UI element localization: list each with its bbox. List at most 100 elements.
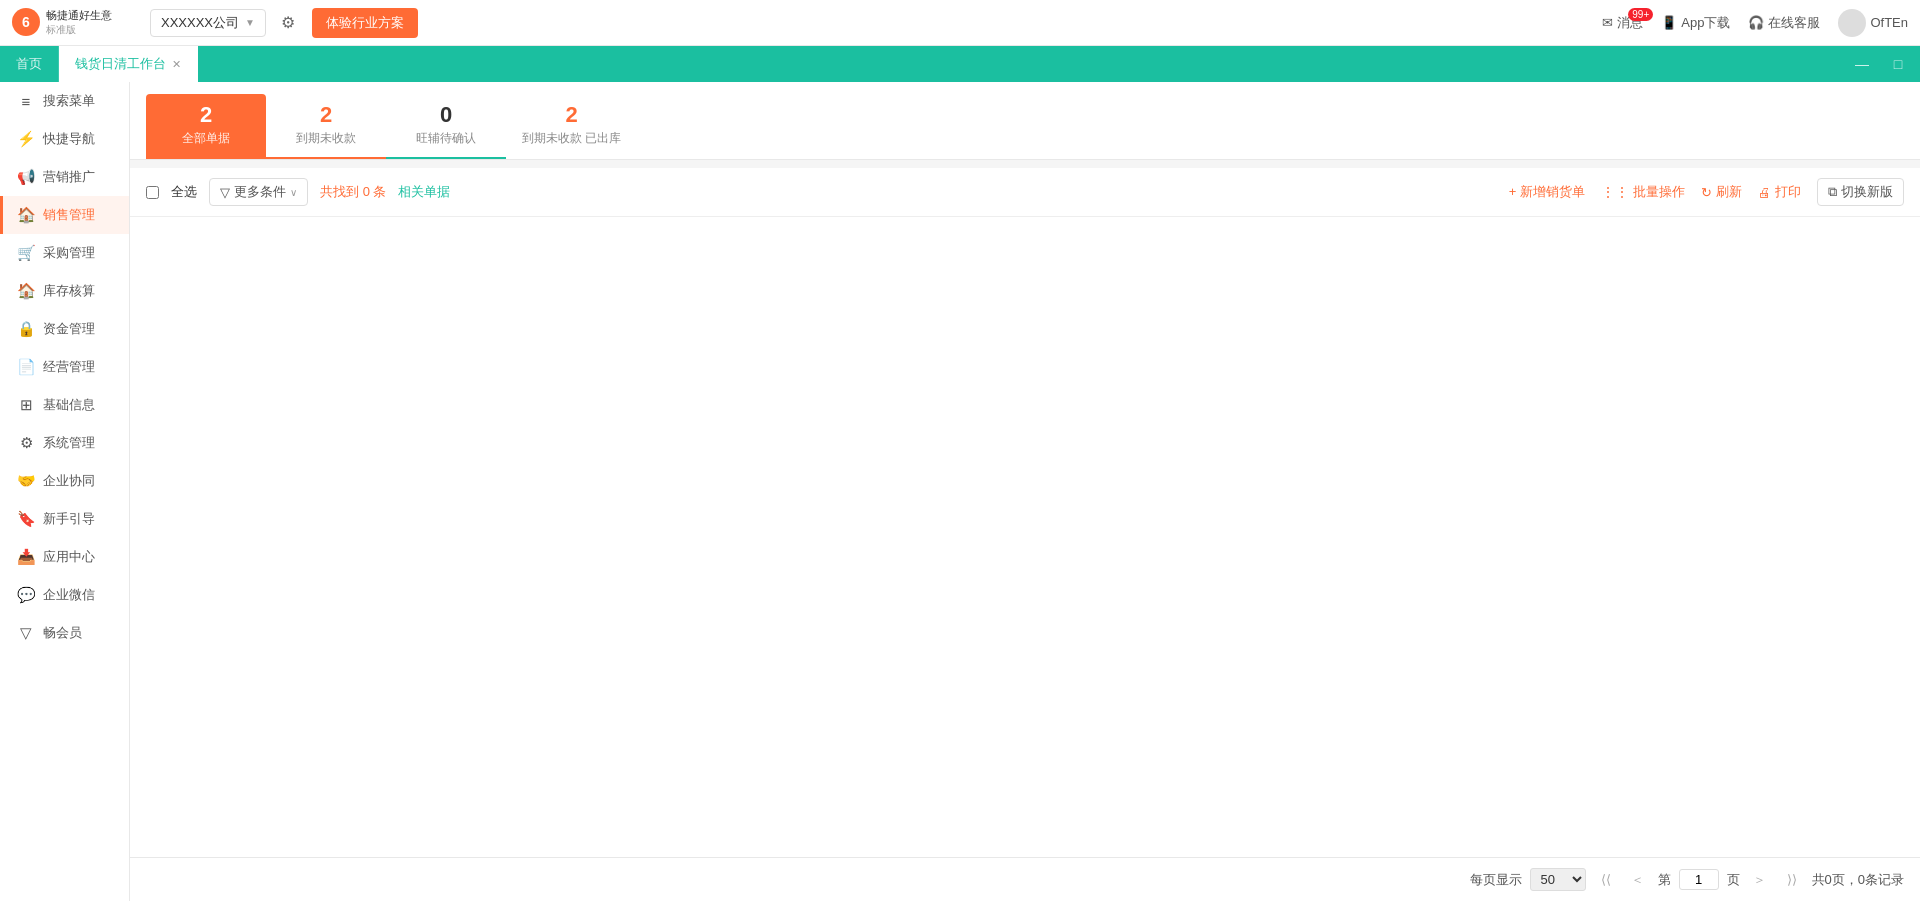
app-center-icon: 📥 xyxy=(17,548,35,566)
tab-home[interactable]: 首页 xyxy=(0,46,59,82)
per-page-select[interactable]: 50 100 200 xyxy=(1530,868,1586,891)
stats-label-overdue-shipped: 到期未收款 已出库 xyxy=(522,130,621,147)
sidebar-item-inventory-label: 库存核算 xyxy=(43,282,95,300)
batch-operation-button[interactable]: ⋮⋮ 批量操作 xyxy=(1601,183,1685,201)
related-docs-link[interactable]: 相关单据 xyxy=(398,183,450,201)
content-area: 2 全部单据 2 到期未收款 0 旺辅待确认 2 到期未收款 已出库 全选 xyxy=(130,82,1920,901)
sidebar-item-inventory[interactable]: 🏠 库存核算 xyxy=(0,272,129,310)
window-maximize-button[interactable]: □ xyxy=(1884,50,1912,78)
capital-mgmt-icon: 🔒 xyxy=(17,320,35,338)
sidebar-item-member[interactable]: ▽ 畅会员 xyxy=(0,614,129,652)
settings-button[interactable]: ⚙ xyxy=(272,7,304,39)
sidebar-item-enterprise-wechat-label: 企业微信 xyxy=(43,586,95,604)
sidebar-item-app-center[interactable]: 📥 应用中心 xyxy=(0,538,129,576)
company-name: XXXXXX公司 xyxy=(161,14,239,32)
online-service-label: 在线客服 xyxy=(1768,14,1820,32)
app-download-button[interactable]: 📱 App下载 xyxy=(1661,14,1730,32)
sidebar-item-enterprise-coop[interactable]: 🤝 企业协同 xyxy=(0,462,129,500)
sidebar-item-marketing[interactable]: 📢 营销推广 xyxy=(0,158,129,196)
refresh-icon: ↻ xyxy=(1701,185,1712,200)
page-number-input[interactable] xyxy=(1679,869,1719,890)
switch-version-button[interactable]: ⧉ 切换新版 xyxy=(1817,178,1904,206)
switch-label: 切换新版 xyxy=(1841,183,1893,201)
found-unit: 条 xyxy=(373,184,386,199)
stats-tab-wangfu-underline xyxy=(386,157,506,159)
refresh-button[interactable]: ↻ 刷新 xyxy=(1701,183,1742,201)
sidebar-item-member-label: 畅会员 xyxy=(43,624,82,642)
stats-label-wangfu: 旺辅待确认 xyxy=(402,130,490,147)
stats-tabs: 2 全部单据 2 到期未收款 0 旺辅待确认 2 到期未收款 已出库 xyxy=(130,82,1920,160)
more-filter-button[interactable]: ▽ 更多条件 ∨ xyxy=(209,178,308,206)
page-label: 第 xyxy=(1658,871,1671,889)
table-area xyxy=(130,217,1920,857)
stats-tab-overdue-underline xyxy=(266,157,386,159)
sidebar-item-basic-info[interactable]: ⊞ 基础信息 xyxy=(0,386,129,424)
add-sales-order-button[interactable]: + 新增销货单 xyxy=(1509,183,1585,201)
next-page-button[interactable]: ＞ xyxy=(1748,868,1772,892)
logo-badge: 标准版 xyxy=(46,23,112,37)
batch-label: 批量操作 xyxy=(1633,183,1685,201)
system-mgmt-icon: ⚙ xyxy=(17,434,35,452)
tab-home-label: 首页 xyxy=(16,55,42,73)
nav-tabs-bar: 首页 钱货日清工作台 ✕ — □ xyxy=(0,46,1920,82)
per-page-label: 每页显示 xyxy=(1470,871,1522,889)
online-service-icon: 🎧 xyxy=(1748,15,1764,30)
sidebar-item-quick-nav[interactable]: ⚡ 快捷导航 xyxy=(0,120,129,158)
print-icon: 🖨 xyxy=(1758,185,1771,200)
more-filter-label: 更多条件 xyxy=(234,183,286,201)
sidebar-item-new-guide[interactable]: 🔖 新手引导 xyxy=(0,500,129,538)
found-text: 共找到 xyxy=(320,184,359,199)
sidebar-item-marketing-label: 营销推广 xyxy=(43,168,95,186)
stats-label-all: 全部单据 xyxy=(162,130,250,147)
found-count-number: 0 xyxy=(363,184,370,199)
sidebar-item-enterprise-wechat[interactable]: 💬 企业微信 xyxy=(0,576,129,614)
marketing-icon: 📢 xyxy=(17,168,35,186)
basic-info-icon: ⊞ xyxy=(17,396,35,414)
message-button[interactable]: ✉ 消息 99+ xyxy=(1602,14,1643,32)
stats-tab-overdue[interactable]: 2 到期未收款 xyxy=(266,94,386,159)
sidebar-item-ops-mgmt-label: 经营管理 xyxy=(43,358,95,376)
switch-icon: ⧉ xyxy=(1828,184,1837,200)
sidebar-item-enterprise-coop-label: 企业协同 xyxy=(43,472,95,490)
ops-mgmt-icon: 📄 xyxy=(17,358,35,376)
print-button[interactable]: 🖨 打印 xyxy=(1758,183,1801,201)
pagination-bar: 每页显示 50 100 200 ⟨⟨ ＜ 第 页 ＞ ⟩⟩ 共0页，0条记录 xyxy=(130,857,1920,901)
select-all-checkbox[interactable] xyxy=(146,186,159,199)
sidebar: ≡ 搜索菜单 ⚡ 快捷导航 📢 营销推广 🏠 销售管理 🛒 采购管理 🏠 库存核… xyxy=(0,82,130,901)
window-minimize-button[interactable]: — xyxy=(1848,50,1876,78)
search-menu-icon: ≡ xyxy=(17,93,35,110)
stats-tab-wangfu[interactable]: 0 旺辅待确认 xyxy=(386,94,506,159)
purchase-mgmt-icon: 🛒 xyxy=(17,244,35,262)
tab-workbench[interactable]: 钱货日清工作台 ✕ xyxy=(59,46,198,82)
first-page-button[interactable]: ⟨⟨ xyxy=(1594,868,1618,892)
total-records-text: 共0页，0条记录 xyxy=(1812,871,1904,889)
trial-button[interactable]: 体验行业方案 xyxy=(312,8,418,38)
user-avatar[interactable]: OfTEn xyxy=(1838,9,1908,37)
prev-page-button[interactable]: ＜ xyxy=(1626,868,1650,892)
filter-dropdown-arrow: ∨ xyxy=(290,187,297,198)
sidebar-item-search-menu[interactable]: ≡ 搜索菜单 xyxy=(0,82,129,120)
sidebar-item-capital-mgmt[interactable]: 🔒 资金管理 xyxy=(0,310,129,348)
stats-tab-overdue-shipped[interactable]: 2 到期未收款 已出库 xyxy=(506,94,637,159)
sidebar-item-basic-info-label: 基础信息 xyxy=(43,396,95,414)
user-name: OfTEn xyxy=(1870,15,1908,30)
sidebar-item-purchase-mgmt[interactable]: 🛒 采购管理 xyxy=(0,234,129,272)
last-page-button[interactable]: ⟩⟩ xyxy=(1780,868,1804,892)
company-selector[interactable]: XXXXXX公司 ▼ xyxy=(150,9,266,37)
stats-tab-all[interactable]: 2 全部单据 xyxy=(146,94,266,159)
logo-area: 6 畅捷通好生意 标准版 xyxy=(12,8,142,36)
page-label-end: 页 xyxy=(1727,871,1740,889)
tab-workbench-close[interactable]: ✕ xyxy=(172,58,181,71)
online-service-button[interactable]: 🎧 在线客服 xyxy=(1748,14,1820,32)
sidebar-item-system-mgmt[interactable]: ⚙ 系统管理 xyxy=(0,424,129,462)
toolbar-right: + 新增销货单 ⋮⋮ 批量操作 ↻ 刷新 🖨 打印 ⧉ 切换新版 xyxy=(1509,178,1904,206)
quick-nav-icon: ⚡ xyxy=(17,130,35,148)
sidebar-item-ops-mgmt[interactable]: 📄 经营管理 xyxy=(0,348,129,386)
stats-count-overdue: 2 xyxy=(282,102,370,128)
found-count-text: 共找到 0 条 xyxy=(320,183,386,201)
member-icon: ▽ xyxy=(17,624,35,642)
app-download-icon: 📱 xyxy=(1661,15,1677,30)
toolbar: 全选 ▽ 更多条件 ∨ 共找到 0 条 相关单据 + 新增销货单 ⋮⋮ 批量操作… xyxy=(130,168,1920,217)
sidebar-item-new-guide-label: 新手引导 xyxy=(43,510,95,528)
sidebar-item-sales-mgmt[interactable]: 🏠 销售管理 xyxy=(0,196,129,234)
